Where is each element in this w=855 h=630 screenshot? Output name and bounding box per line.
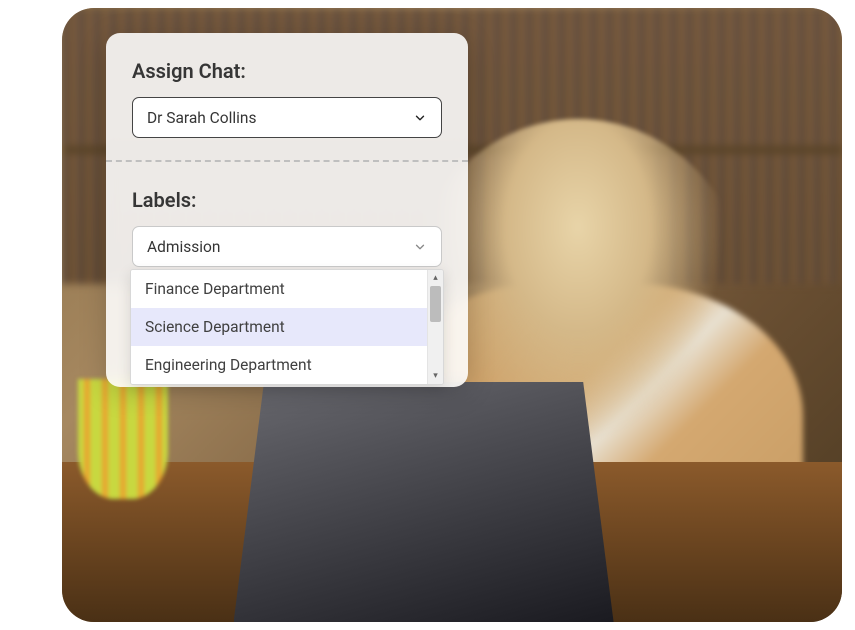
- assign-section: Assign Chat: Dr Sarah Collins: [106, 33, 468, 160]
- labels-select-value: Admission: [147, 238, 220, 256]
- labels-label: Labels:: [132, 188, 442, 212]
- labels-select[interactable]: Admission: [132, 226, 442, 267]
- assign-select-value: Dr Sarah Collins: [147, 109, 256, 127]
- labels-option[interactable]: Finance Department: [131, 270, 427, 308]
- assign-select[interactable]: Dr Sarah Collins: [132, 97, 442, 138]
- labels-option[interactable]: Engineering Department: [131, 346, 427, 384]
- labels-option[interactable]: Science Department: [131, 308, 427, 346]
- scroll-up-arrow[interactable]: ▴: [428, 270, 443, 286]
- chevron-down-icon: [413, 111, 427, 125]
- chevron-down-icon: [413, 240, 427, 254]
- labels-dropdown: Finance DepartmentScience DepartmentEngi…: [130, 269, 444, 385]
- scroll-down-arrow[interactable]: ▾: [428, 368, 443, 384]
- scroll-thumb[interactable]: [430, 286, 441, 322]
- dropdown-scrollbar[interactable]: ▴ ▾: [427, 270, 443, 384]
- laptop-decor: [234, 382, 614, 622]
- labels-section: Labels: Admission Finance DepartmentScie…: [106, 162, 468, 387]
- pencil-holder-decor: [78, 379, 168, 499]
- assign-label: Assign Chat:: [132, 59, 442, 83]
- assign-chat-panel: Assign Chat: Dr Sarah Collins Labels: Ad…: [106, 33, 468, 387]
